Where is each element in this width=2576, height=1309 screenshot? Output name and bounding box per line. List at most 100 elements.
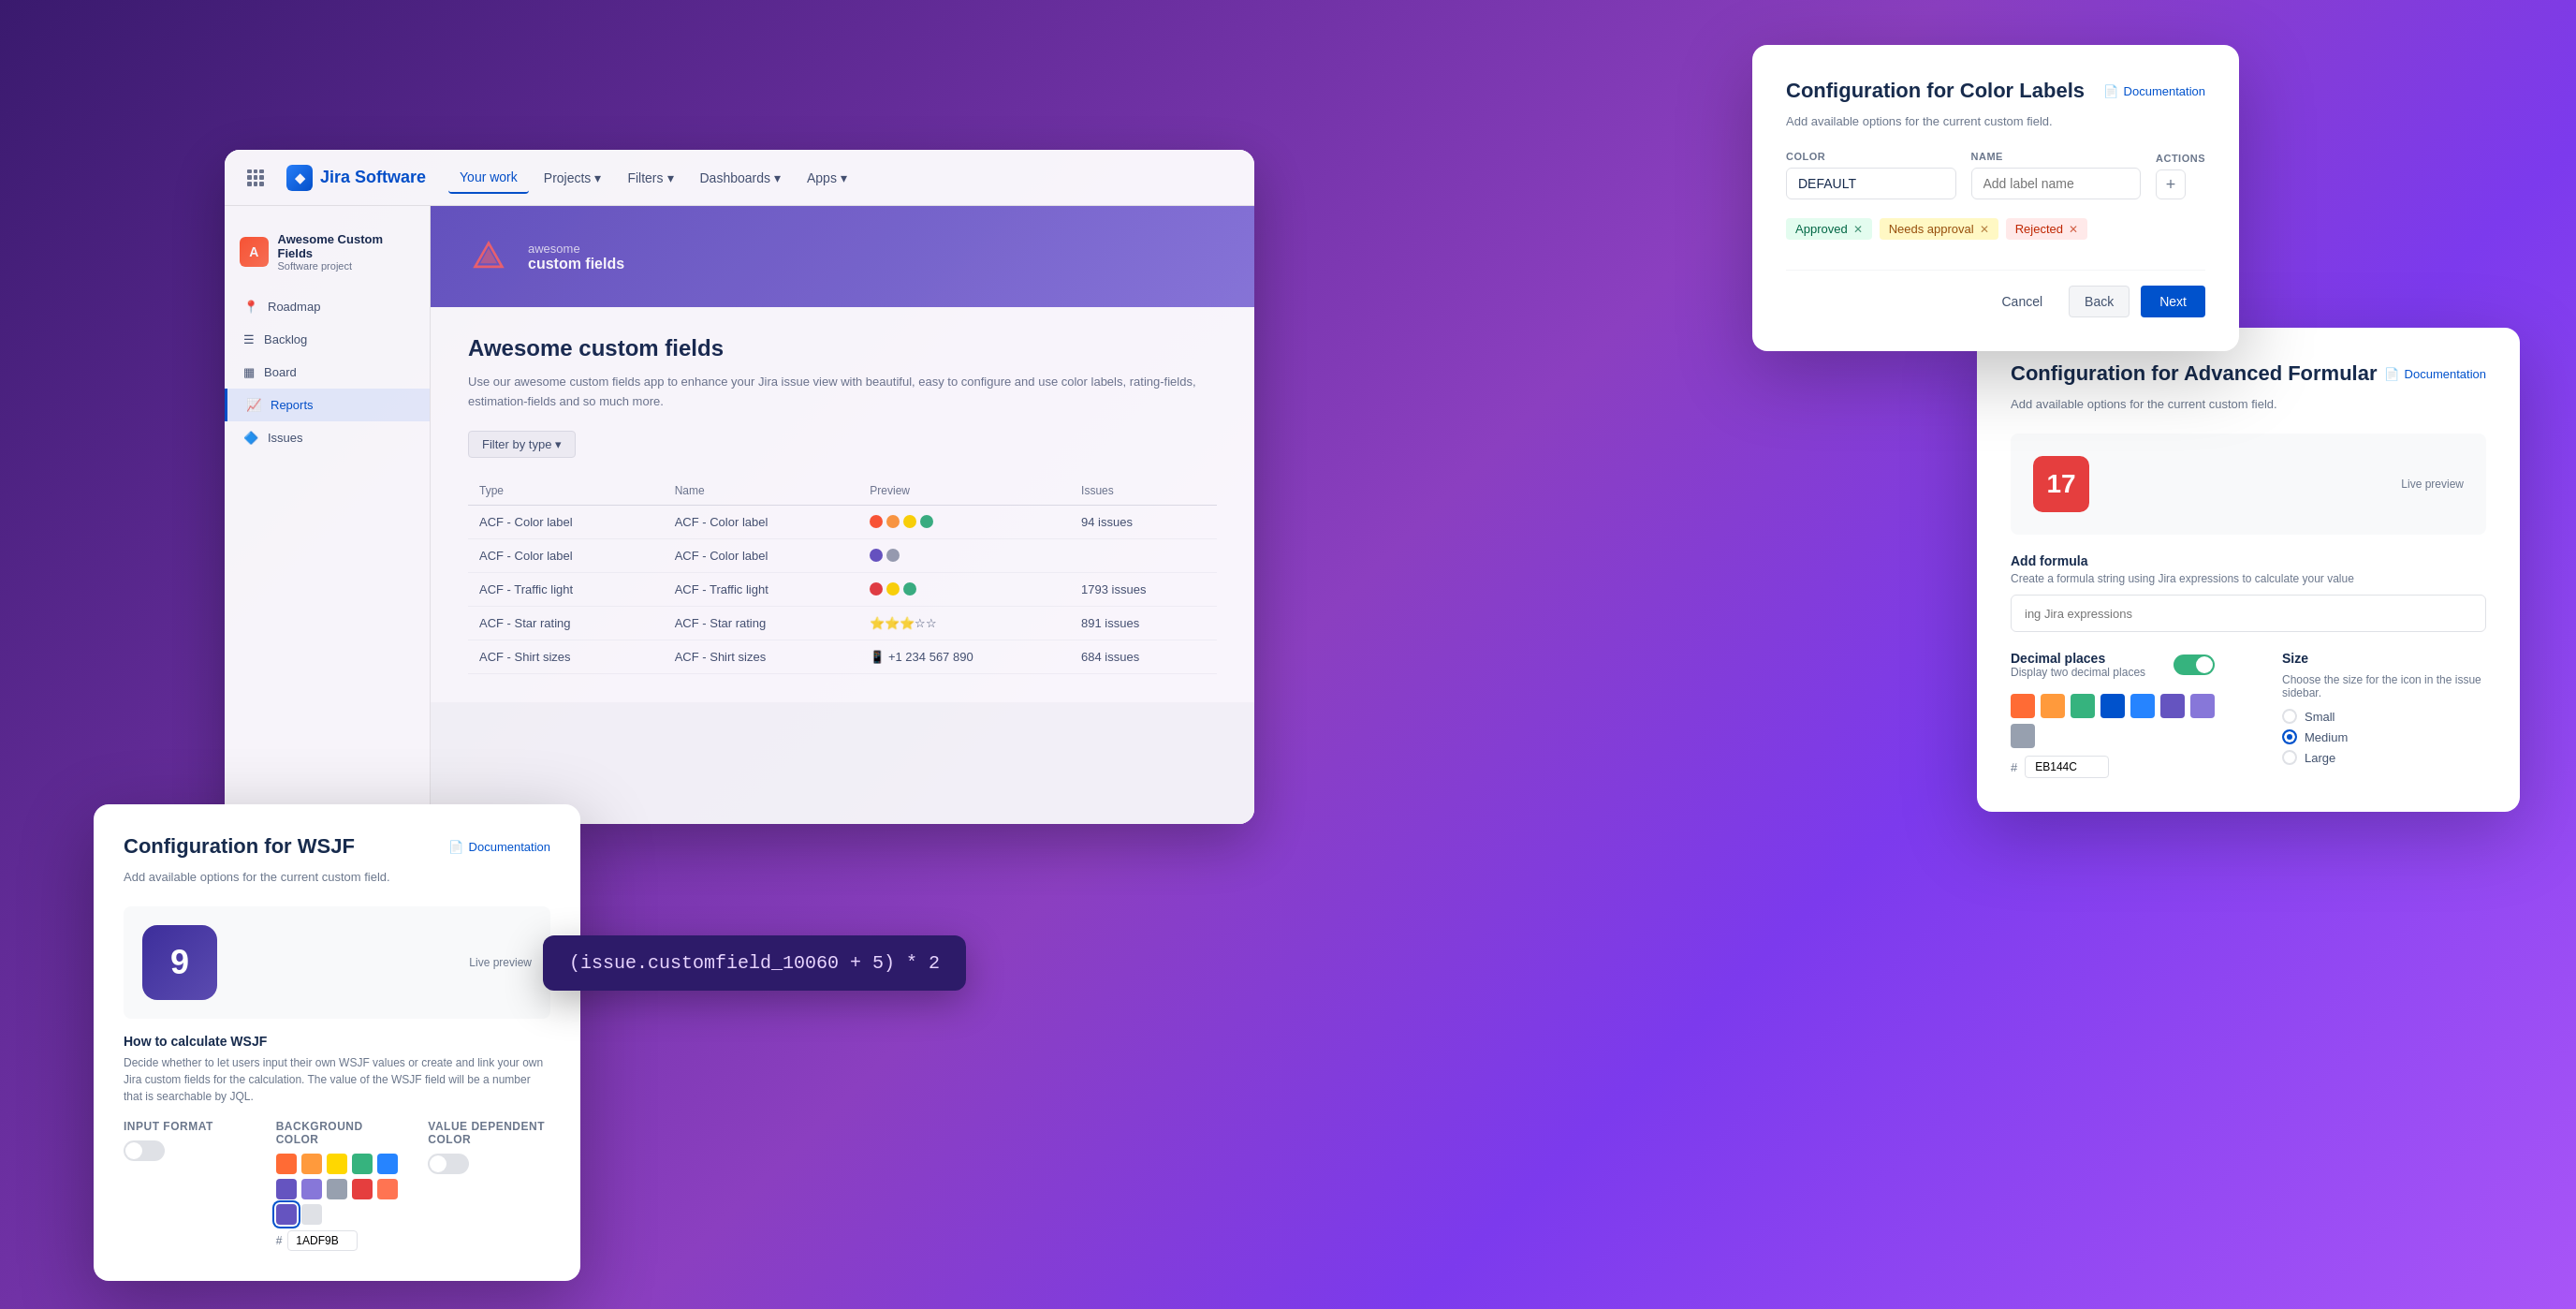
tag-needs-approval-remove[interactable]: ✕ (1980, 223, 1989, 236)
input-format-title: Input format (124, 1120, 246, 1133)
grid-menu-icon[interactable] (247, 169, 264, 186)
size-large-option[interactable]: Large (2282, 750, 2486, 765)
col-preview: Preview (858, 477, 1070, 506)
wsjf-doc-icon: 📄 (448, 840, 463, 854)
decimal-desc: Display two decimal places (2011, 666, 2145, 679)
swatch-amber[interactable] (2041, 694, 2065, 718)
project-type: Software project (278, 260, 415, 272)
col-name: Name (664, 477, 859, 506)
wsjf-swatch-9[interactable] (352, 1179, 373, 1199)
tag-rejected-remove[interactable]: ✕ (2069, 223, 2078, 236)
radio-large[interactable] (2282, 750, 2297, 765)
advanced-doc-icon: 📄 (2384, 367, 2399, 381)
swatch-gray[interactable] (2011, 724, 2035, 748)
value-dependent-toggle[interactable] (428, 1154, 469, 1174)
tag-approved-remove[interactable]: ✕ (1853, 223, 1863, 236)
awesome-main-area: Awesome custom fields Use our awesome cu… (431, 307, 1254, 702)
swatch-orange[interactable] (2011, 694, 2035, 718)
wsjf-swatch-11[interactable] (276, 1204, 297, 1225)
hex-color-input[interactable] (2025, 756, 2109, 778)
wsjf-swatch-5[interactable] (377, 1154, 398, 1174)
project-avatar: A (240, 237, 269, 267)
radio-medium[interactable] (2282, 729, 2297, 744)
modal-field-row: Color DEFAULT Name Actions + (1786, 151, 2205, 199)
wsjf-swatch-3[interactable] (327, 1154, 347, 1174)
add-label-button[interactable]: + (2156, 169, 2186, 199)
cancel-button[interactable]: Cancel (1986, 286, 2057, 317)
size-medium-option[interactable]: Medium (2282, 729, 2486, 744)
project-name: Awesome Custom Fields (278, 232, 415, 260)
modal-title: Configuration for Color Labels (1786, 79, 2085, 103)
tag-rejected: Rejected ✕ (2006, 218, 2087, 240)
table-row: ACF - Color label ACF - Color label 94 i… (468, 505, 1217, 538)
col-issues: Issues (1070, 477, 1217, 506)
wsjf-calc-section: How to calculate WSJF Decide whether to … (124, 1034, 550, 1105)
wsjf-swatch-2[interactable] (301, 1154, 322, 1174)
jira-logo[interactable]: ◆ Jira Software (286, 165, 426, 191)
awesome-app-subtitle: custom fields (528, 256, 624, 272)
nav-your-work[interactable]: Your work (448, 162, 529, 194)
jira-nav: Your work Projects ▾ Filters ▾ Dashboard… (448, 162, 1232, 194)
wsjf-hex-input[interactable] (287, 1230, 358, 1251)
sidebar-item-roadmap[interactable]: 📍 Roadmap (225, 290, 430, 323)
filter-by-type-button[interactable]: Filter by type ▾ (468, 431, 576, 458)
swatch-blue[interactable] (2130, 694, 2155, 718)
size-section: Size Choose the size for the icon in the… (2282, 651, 2486, 778)
size-title: Size (2282, 651, 2486, 666)
jira-main-content: awesome custom fields Awesome custom fie… (431, 206, 1254, 824)
documentation-link[interactable]: 📄 Documentation (2103, 84, 2205, 98)
sidebar-item-board[interactable]: ▦ Board (225, 356, 430, 389)
advanced-doc-link[interactable]: 📄 Documentation (2384, 367, 2486, 381)
live-preview-label: Live preview (2401, 478, 2464, 491)
jira-topbar: ◆ Jira Software Your work Projects ▾ Fil… (225, 150, 1254, 206)
wsjf-swatch-7[interactable] (301, 1179, 322, 1199)
formula-desc: Create a formula string using Jira expre… (2011, 572, 2486, 585)
wsjf-swatch-8[interactable] (327, 1179, 347, 1199)
swatch-lavender[interactable] (2190, 694, 2215, 718)
name-label: Name (1971, 151, 2142, 162)
table-row: ACF - Shirt sizes ACF - Shirt sizes 📱 +1… (468, 640, 1217, 673)
swatch-blue-dark[interactable] (2100, 694, 2125, 718)
reports-icon: 📈 (246, 398, 261, 412)
sidebar-item-issues[interactable]: 🔷 Issues (225, 421, 430, 454)
actions-label: Actions (2156, 153, 2205, 164)
tag-approved: Approved ✕ (1786, 218, 1872, 240)
wsjf-swatch-10[interactable] (377, 1179, 398, 1199)
color-select[interactable]: DEFAULT (1786, 168, 1956, 199)
awesome-heading: Awesome custom fields (468, 335, 1217, 361)
nav-dashboards[interactable]: Dashboards ▾ (689, 163, 793, 193)
bottom-config-row: Decimal places Display two decimal place… (2011, 651, 2486, 778)
wsjf-modal-subtitle: Add available options for the current cu… (124, 870, 550, 884)
size-small-option[interactable]: Small (2282, 709, 2486, 724)
color-swatches-section: # (2011, 694, 2215, 778)
sidebar-item-backlog[interactable]: ☰ Backlog (225, 323, 430, 356)
swatch-green[interactable] (2071, 694, 2095, 718)
next-button[interactable]: Next (2141, 286, 2205, 317)
back-button[interactable]: Back (2069, 286, 2130, 317)
awesome-app-title: awesome (528, 242, 624, 256)
wsjf-swatch-1[interactable] (276, 1154, 297, 1174)
live-preview-box: 17 Live preview (2011, 434, 2486, 535)
radio-small[interactable] (2282, 709, 2297, 724)
table-row: ACF - Color label ACF - Color label (468, 538, 1217, 572)
swatch-purple[interactable] (2160, 694, 2185, 718)
wsjf-doc-link[interactable]: 📄 Documentation (448, 840, 550, 854)
sidebar-item-reports[interactable]: 📈 Reports (225, 389, 430, 421)
modal-tags: Approved ✕ Needs approval ✕ Rejected ✕ (1786, 218, 2205, 240)
nav-apps[interactable]: Apps ▾ (796, 163, 858, 193)
decimal-toggle[interactable] (2174, 654, 2215, 675)
formula-input[interactable] (2011, 595, 2486, 632)
table-row: ACF - Traffic light ACF - Traffic light … (468, 572, 1217, 606)
label-name-input[interactable] (1971, 168, 2142, 199)
nav-filters[interactable]: Filters ▾ (616, 163, 684, 193)
hex-hash: # (2011, 760, 2017, 774)
wsjf-swatch-12[interactable] (301, 1204, 322, 1225)
wsjf-swatch-4[interactable] (352, 1154, 373, 1174)
jira-app-name: Jira Software (320, 168, 426, 187)
wsjf-swatch-6[interactable] (276, 1179, 297, 1199)
input-format-toggle[interactable] (124, 1140, 165, 1161)
nav-projects[interactable]: Projects ▾ (533, 163, 613, 193)
table-row: ACF - Star rating ACF - Star rating ⭐⭐⭐☆… (468, 606, 1217, 640)
issues-icon: 🔷 (243, 431, 258, 445)
modal-footer: Cancel Back Next (1786, 270, 2205, 317)
